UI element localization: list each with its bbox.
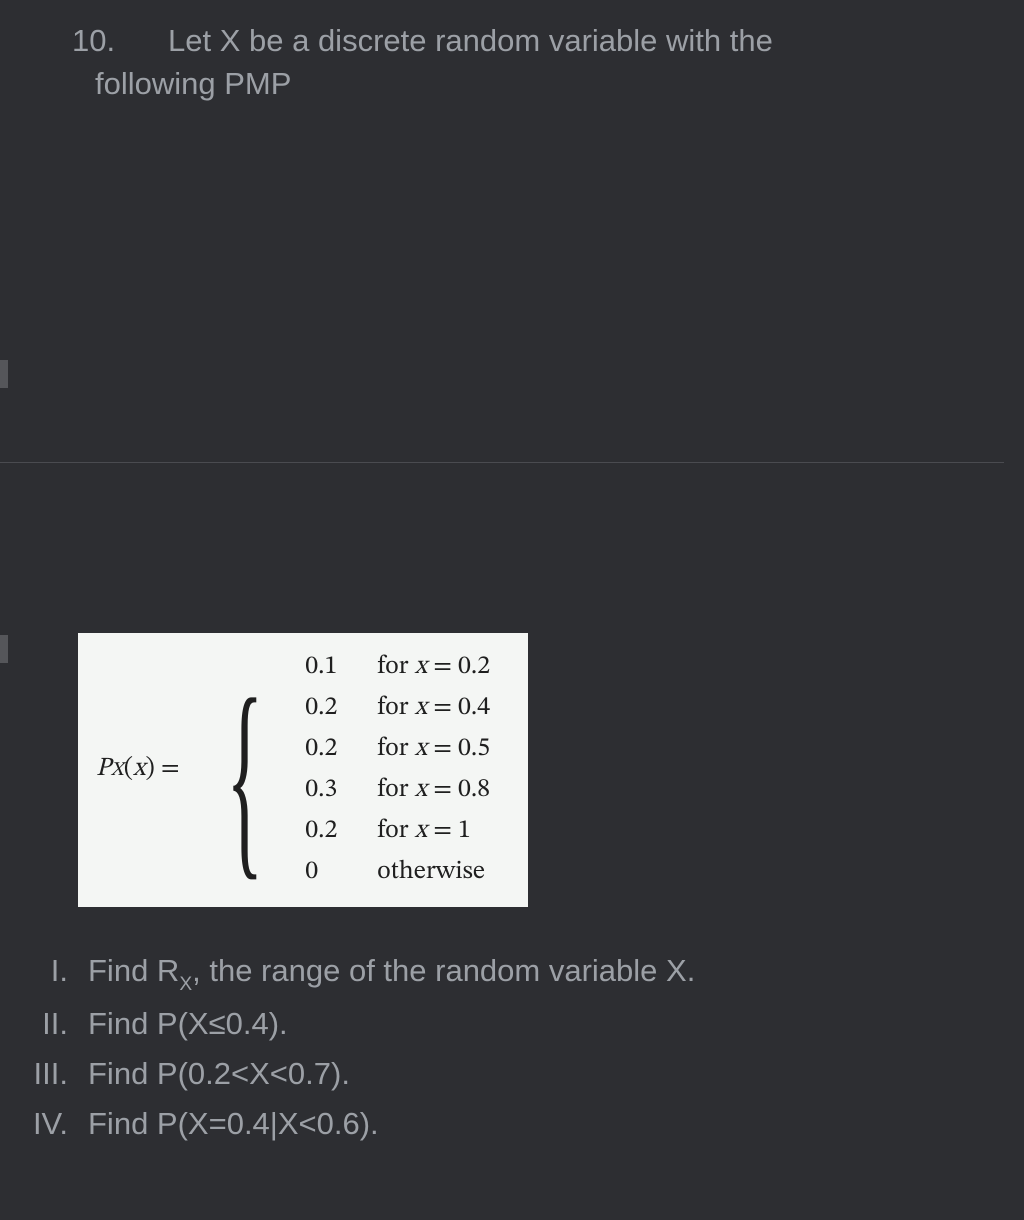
case-row: 0.3 for x = 0.8: [305, 770, 506, 811]
case-condition: for x = 1: [377, 811, 506, 852]
subpart-marker: I.: [0, 947, 88, 998]
case-value: 0.2: [305, 811, 377, 852]
case-value: 0.2: [305, 729, 377, 770]
case-condition: for x = 0.2: [377, 647, 506, 688]
subparts-list: I. Find RX, the range of the random vari…: [0, 947, 1004, 1148]
subpart-marker: IV.: [0, 1100, 88, 1148]
pmf-arg: x: [133, 756, 145, 782]
case-condition: for x = 0.4: [377, 688, 506, 729]
case-row: 0.2 for x = 0.5: [305, 729, 506, 770]
question-number: 10.: [72, 20, 168, 62]
question-line-1: Let X be a discrete random variable with…: [168, 20, 1004, 62]
pmf-definition: PX(x) = { 0.1 for x = 0.2 0.2 for x = 0.…: [78, 633, 528, 907]
divider: [0, 462, 1004, 463]
case-row: 0.2 for x = 1: [305, 811, 506, 852]
list-item: I. Find RX, the range of the random vari…: [0, 947, 1004, 998]
case-row: 0.1 for x = 0.2: [305, 647, 506, 688]
list-item: III. Find P(0.2<X<0.7).: [0, 1050, 1004, 1098]
brace-icon: {: [226, 688, 263, 864]
case-condition: for x = 0.8: [377, 770, 506, 811]
case-value: 0.3: [305, 770, 377, 811]
case-value: 0: [305, 852, 377, 893]
question-header: 10. Let X be a discrete random variable …: [72, 20, 1004, 62]
subpart-text: Find P(X≤0.4).: [88, 1000, 288, 1048]
list-item: II. Find P(X≤0.4).: [0, 1000, 1004, 1048]
margin-marker: [0, 360, 8, 388]
case-row: 0.2 for x = 0.4: [305, 688, 506, 729]
case-condition: for x = 0.5: [377, 729, 506, 770]
pmf-symbol: P: [96, 756, 111, 782]
pmf-cases: 0.1 for x = 0.2 0.2 for x = 0.4 0.2 for …: [305, 647, 506, 893]
case-row: 0 otherwise: [305, 852, 506, 893]
pmf-subscript: X: [111, 760, 124, 780]
case-value: 0.2: [305, 688, 377, 729]
question-line-2: following PMP: [95, 66, 1004, 102]
subpart-text: Find P(X=0.4|X<0.6).: [88, 1100, 379, 1148]
subpart-marker: III.: [0, 1050, 88, 1098]
subpart-text: Find RX, the range of the random variabl…: [88, 947, 695, 998]
subpart-text: Find P(0.2<X<0.7).: [88, 1050, 350, 1098]
subpart-marker: II.: [0, 1000, 88, 1048]
margin-marker: [0, 635, 8, 663]
case-condition: otherwise: [377, 852, 506, 893]
list-item: IV. Find P(X=0.4|X<0.6).: [0, 1100, 1004, 1148]
case-value: 0.1: [305, 647, 377, 688]
